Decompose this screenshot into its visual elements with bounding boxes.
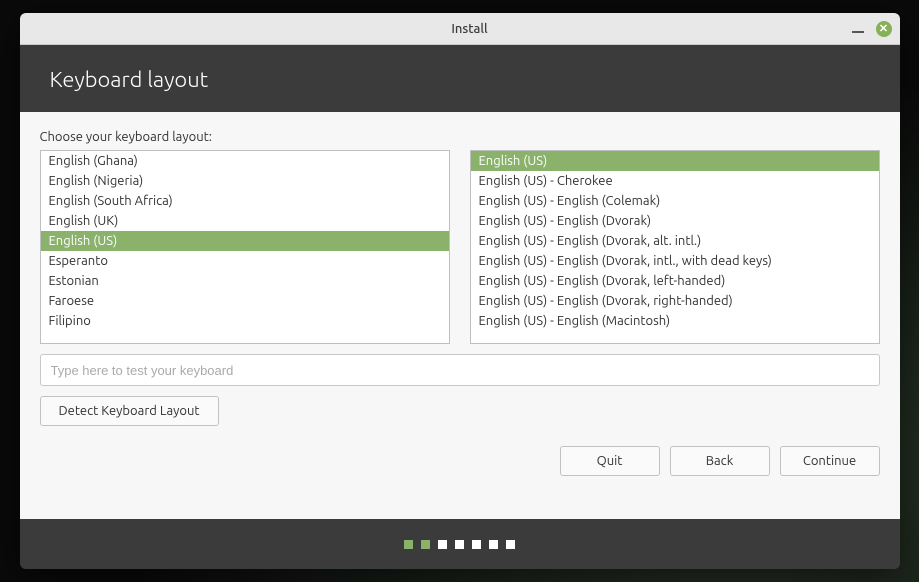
list-item[interactable]: Esperanto (41, 251, 449, 271)
list-item[interactable]: English (US) (471, 151, 879, 171)
close-icon[interactable] (876, 21, 892, 37)
step-dot-icon (438, 540, 447, 549)
step-dot-icon (489, 540, 498, 549)
footer-buttons: Quit Back Continue (40, 446, 880, 476)
list-item[interactable]: English (US) - English (Dvorak, intl., w… (471, 251, 879, 271)
language-listbox[interactable]: English (Ghana)English (Nigeria)English … (40, 150, 450, 344)
list-item[interactable]: Estonian (41, 271, 449, 291)
list-item[interactable]: English (Ghana) (41, 151, 449, 171)
list-item[interactable]: English (Nigeria) (41, 171, 449, 191)
window-title: Install (451, 22, 487, 36)
page-title: Keyboard layout (50, 67, 870, 92)
back-button[interactable]: Back (670, 446, 770, 476)
list-item[interactable]: English (US) - English (Dvorak, right-ha… (471, 291, 879, 311)
variant-listbox[interactable]: English (US)English (US) - CherokeeEngli… (470, 150, 880, 344)
list-item[interactable]: English (US) - English (Colemak) (471, 191, 879, 211)
list-item[interactable]: Filipino (41, 311, 449, 331)
keyboard-test-input[interactable] (40, 354, 880, 386)
progress-indicator (20, 519, 900, 569)
step-dot-icon (455, 540, 464, 549)
header-band: Keyboard layout (20, 45, 900, 112)
list-item[interactable]: Faroese (41, 291, 449, 311)
list-item[interactable]: English (US) - English (Macintosh) (471, 311, 879, 331)
step-dot-icon (506, 540, 515, 549)
continue-button[interactable]: Continue (780, 446, 880, 476)
step-dot-icon (472, 540, 481, 549)
titlebar: Install (20, 13, 900, 45)
step-dot-icon (421, 540, 430, 549)
detect-keyboard-button[interactable]: Detect Keyboard Layout (40, 396, 219, 426)
minimize-icon[interactable] (852, 31, 864, 33)
list-item[interactable]: English (South Africa) (41, 191, 449, 211)
list-item[interactable]: English (US) - English (Dvorak) (471, 211, 879, 231)
quit-button[interactable]: Quit (560, 446, 660, 476)
installer-window: Install Keyboard layout Choose your keyb… (20, 13, 900, 569)
step-dot-icon (404, 540, 413, 549)
list-item[interactable]: English (US) - Cherokee (471, 171, 879, 191)
list-item[interactable]: English (UK) (41, 211, 449, 231)
list-item[interactable]: English (US) (41, 231, 449, 251)
list-item[interactable]: English (US) - English (Dvorak, alt. int… (471, 231, 879, 251)
list-item[interactable]: English (US) - English (Dvorak, left-han… (471, 271, 879, 291)
layout-prompt: Choose your keyboard layout: (40, 130, 880, 144)
content-area: Choose your keyboard layout: English (Gh… (20, 112, 900, 519)
